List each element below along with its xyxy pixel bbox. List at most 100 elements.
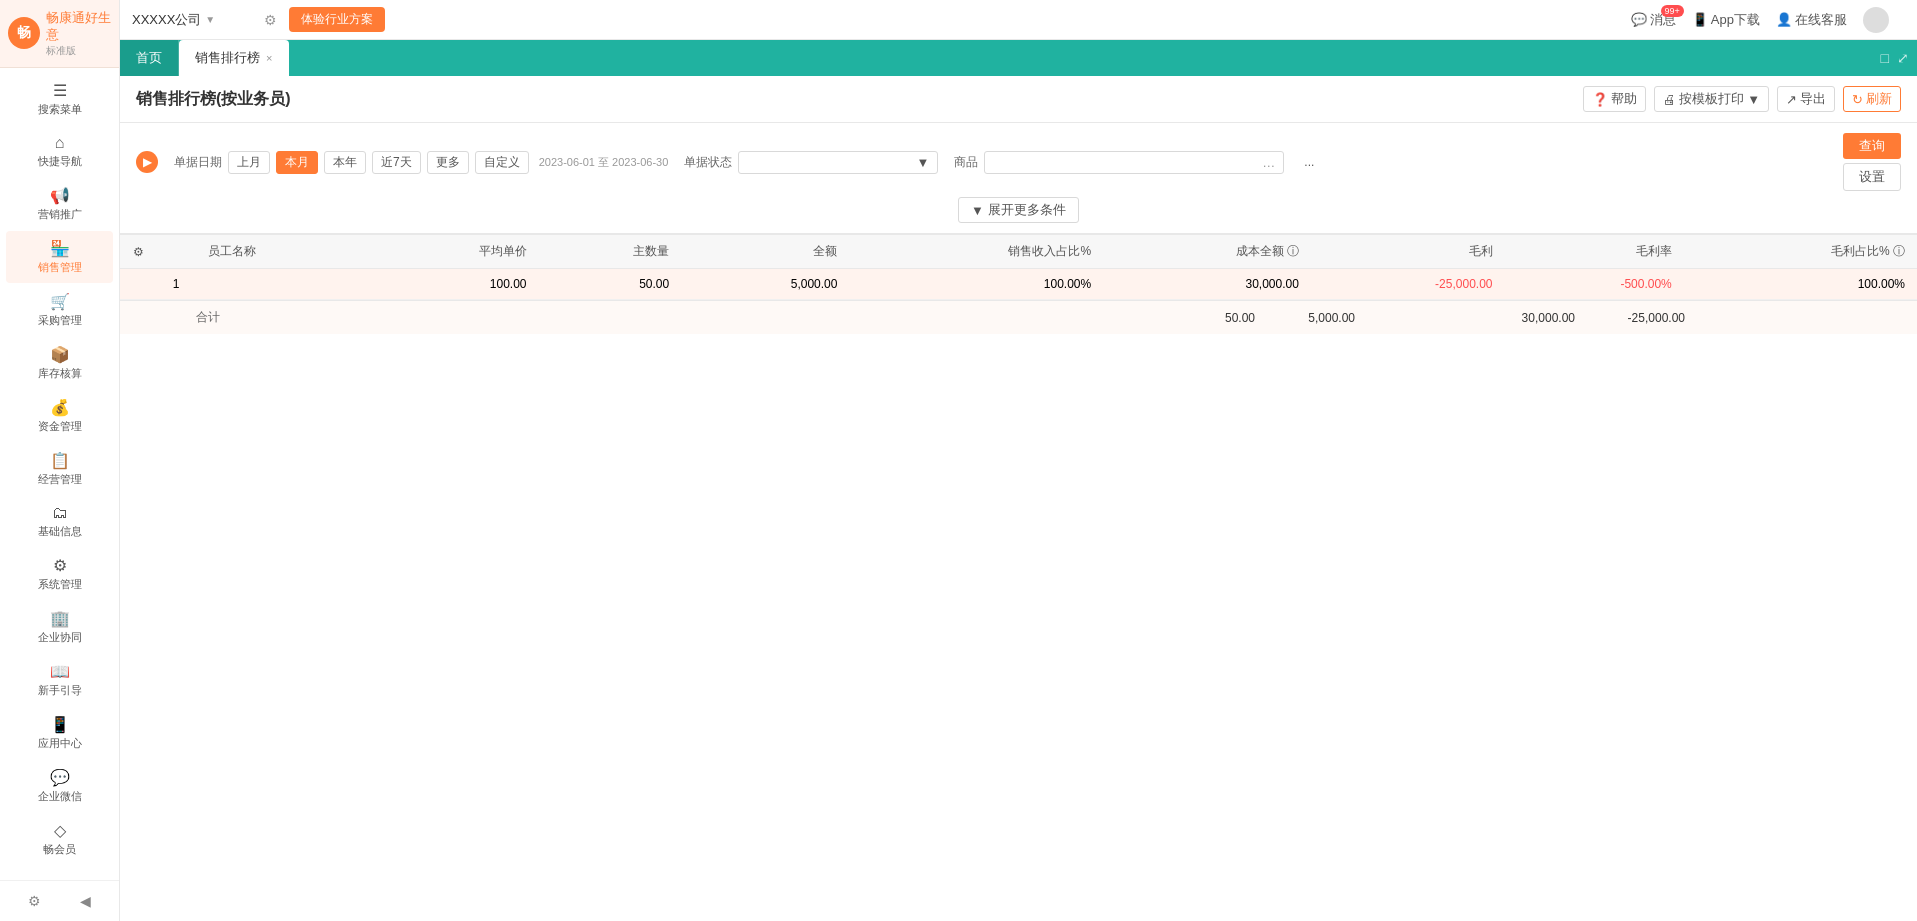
status-select[interactable]: ▼ — [738, 151, 938, 174]
app-download-button[interactable]: 📱 App下载 — [1692, 11, 1760, 29]
sidebar-settings-btn[interactable]: ⚙ — [24, 889, 45, 913]
status-filter-label: 单据状态 — [684, 154, 732, 171]
tab-expand-icon[interactable]: ⤢ — [1897, 50, 1909, 66]
page-header: 销售排行榜(按业务员) ❓ 帮助 🖨 按模板打印 ▼ ↗ 导出 ↻ 刷新 — [120, 76, 1917, 123]
filter-toggle-button[interactable]: ▶ — [136, 151, 158, 173]
message-icon: 💬 — [1631, 12, 1647, 27]
expand-icon: ▼ — [971, 203, 984, 218]
print-button[interactable]: 🖨 按模板打印 ▼ — [1654, 86, 1769, 112]
tab-close-icon[interactable]: × — [266, 52, 272, 64]
status-filter-group: 单据状态 ▼ — [684, 151, 938, 174]
col-avgprice-header: 平均单价 — [367, 235, 538, 269]
help-button[interactable]: ❓ 帮助 — [1583, 86, 1646, 112]
tab-minimize-icon[interactable]: □ — [1881, 50, 1889, 66]
sidebar-item-member[interactable]: ◇畅会员 — [6, 813, 113, 865]
logo-text: 畅康通好生意 标准版 — [46, 10, 111, 57]
status-caret-icon: ▼ — [916, 155, 929, 170]
tab-sales-ranking[interactable]: 销售排行榜 × — [179, 40, 289, 76]
guide-label: 新手引导 — [38, 683, 82, 698]
sidebar-item-marketing[interactable]: 📢营销推广 — [6, 178, 113, 230]
sidebar-collapse-btn[interactable]: ◀ — [76, 889, 95, 913]
sales-icon: 🏪 — [50, 239, 70, 258]
finance-label: 资金管理 — [38, 419, 82, 434]
expand-row: ▼ 展开更多条件 — [136, 197, 1901, 223]
quick-nav-label: 快捷导航 — [38, 154, 82, 169]
refresh-button[interactable]: ↻ 刷新 — [1843, 86, 1901, 112]
col-settings-header[interactable]: ⚙ — [120, 235, 156, 269]
guide-icon: 📖 — [50, 662, 70, 681]
page-title: 销售排行榜(按业务员) — [136, 89, 291, 110]
operations-label: 经营管理 — [38, 472, 82, 487]
enterprise-icon: 🏢 — [50, 609, 70, 628]
user-avatar[interactable] — [1863, 7, 1889, 33]
row-employee — [196, 269, 367, 300]
settings-filter-button[interactable]: 设置 — [1843, 163, 1901, 191]
app-label: App下载 — [1711, 11, 1760, 29]
sidebar-item-purchase[interactable]: 🛒 采购管理 — [6, 284, 113, 336]
date-range-display: 2023-06-01 至 2023-06-30 — [539, 155, 669, 170]
export-button[interactable]: ↗ 导出 — [1777, 86, 1835, 112]
top-header: XXXXX公司 ▼ ⚙ 体验行业方案 💬 消息 99+ 📱 App下载 👤 在线… — [120, 0, 1917, 40]
sidebar-item-app-center[interactable]: 📱应用中心 — [6, 707, 113, 759]
inventory-icon: 📦 — [50, 345, 70, 364]
last7days-button[interactable]: 近7天 — [372, 151, 421, 174]
table-container: ⚙ 员工名称 平均单价 主数量 全额 销售收入占比% 成本全额 ⓘ 毛利 毛利率… — [120, 234, 1917, 921]
app-center-label: 应用中心 — [38, 736, 82, 751]
refresh-label: 刷新 — [1866, 90, 1892, 108]
custom-date-button[interactable]: 自定义 — [475, 151, 529, 174]
filter-action-buttons: 查询 设置 — [1843, 133, 1901, 191]
header-settings-icon[interactable]: ⚙ — [260, 8, 281, 32]
sidebar-item-inventory[interactable]: 📦库存核算 — [6, 337, 113, 389]
row-quantity: 50.00 — [539, 269, 682, 300]
this-month-button[interactable]: 本月 — [276, 151, 318, 174]
marketing-icon: 📢 — [50, 186, 70, 205]
header-right: 💬 消息 99+ 📱 App下载 👤 在线客服 — [1631, 7, 1905, 33]
sidebar-item-finance[interactable]: 💰 资金管理 — [6, 390, 113, 442]
date-filter-label: 单据日期 — [174, 154, 222, 171]
footer-cost: 30,000.00 — [1465, 311, 1575, 325]
expand-label: 展开更多条件 — [988, 201, 1066, 219]
company-selector[interactable]: XXXXX公司 ▼ — [132, 11, 252, 29]
sidebar-item-operations[interactable]: 📋经营管理 — [6, 443, 113, 495]
sidebar-item-wechat[interactable]: 💬企业微信 — [6, 760, 113, 812]
export-label: 导出 — [1800, 90, 1826, 108]
sidebar-item-basic-info[interactable]: 🗂基础信息 — [6, 496, 113, 547]
online-service-button[interactable]: 👤 在线客服 — [1776, 11, 1847, 29]
sidebar-item-enterprise[interactable]: 🏢 企业协同 — [6, 601, 113, 653]
system-label: 系统管理 — [38, 577, 82, 592]
message-button[interactable]: 💬 消息 99+ — [1631, 11, 1676, 29]
tab-home[interactable]: 首页 — [120, 40, 179, 76]
system-icon: ⚙ — [53, 556, 67, 575]
goods-input[interactable]: … — [984, 151, 1284, 174]
sidebar-item-quick-nav[interactable]: ⌂快捷导航 — [6, 126, 113, 177]
message-badge: 99+ — [1661, 5, 1684, 18]
member-icon: ◇ — [54, 821, 66, 840]
help-label: 帮助 — [1611, 90, 1637, 108]
service-label: 在线客服 — [1795, 11, 1847, 29]
col-gross-header: 毛利 — [1311, 235, 1505, 269]
filter-row: ▶ 单据日期 上月 本月 本年 近7天 更多 自定义 2023-06-01 至 … — [136, 133, 1901, 191]
search-button[interactable]: 查询 — [1843, 133, 1901, 159]
wechat-icon: 💬 — [50, 768, 70, 787]
finance-icon: 💰 — [50, 398, 70, 417]
filter-area: ▶ 单据日期 上月 本月 本年 近7天 更多 自定义 2023-06-01 至 … — [120, 123, 1917, 234]
row-gross: -25,000.00 — [1311, 269, 1505, 300]
page-actions: ❓ 帮助 🖨 按模板打印 ▼ ↗ 导出 ↻ 刷新 — [1583, 86, 1901, 112]
goods-filter-group: 商品 … — [954, 151, 1284, 174]
sidebar-item-system[interactable]: ⚙ 系统管理 — [6, 548, 113, 600]
expand-conditions-button[interactable]: ▼ 展开更多条件 — [958, 197, 1079, 223]
app-icon: 📱 — [1692, 12, 1708, 27]
this-year-button[interactable]: 本年 — [324, 151, 366, 174]
experience-button[interactable]: 体验行业方案 — [289, 7, 385, 32]
more-date-button[interactable]: 更多 — [427, 151, 469, 174]
purchase-icon: 🛒 — [50, 292, 70, 311]
sidebar-item-guide[interactable]: 📖 新手引导 — [6, 654, 113, 706]
purchase-label: 采购管理 — [38, 313, 82, 328]
table-header-row: ⚙ 员工名称 平均单价 主数量 全额 销售收入占比% 成本全额 ⓘ 毛利 毛利率… — [120, 235, 1917, 269]
sidebar-item-search-order[interactable]: ☰搜索菜单 — [6, 73, 113, 125]
more-filters-button[interactable]: ... — [1300, 152, 1318, 172]
footer-quantity: 50.00 — [1175, 311, 1255, 325]
enterprise-label: 企业协同 — [38, 630, 82, 645]
last-month-button[interactable]: 上月 — [228, 151, 270, 174]
sidebar-item-sales[interactable]: 🏪销售管理 — [6, 231, 113, 283]
